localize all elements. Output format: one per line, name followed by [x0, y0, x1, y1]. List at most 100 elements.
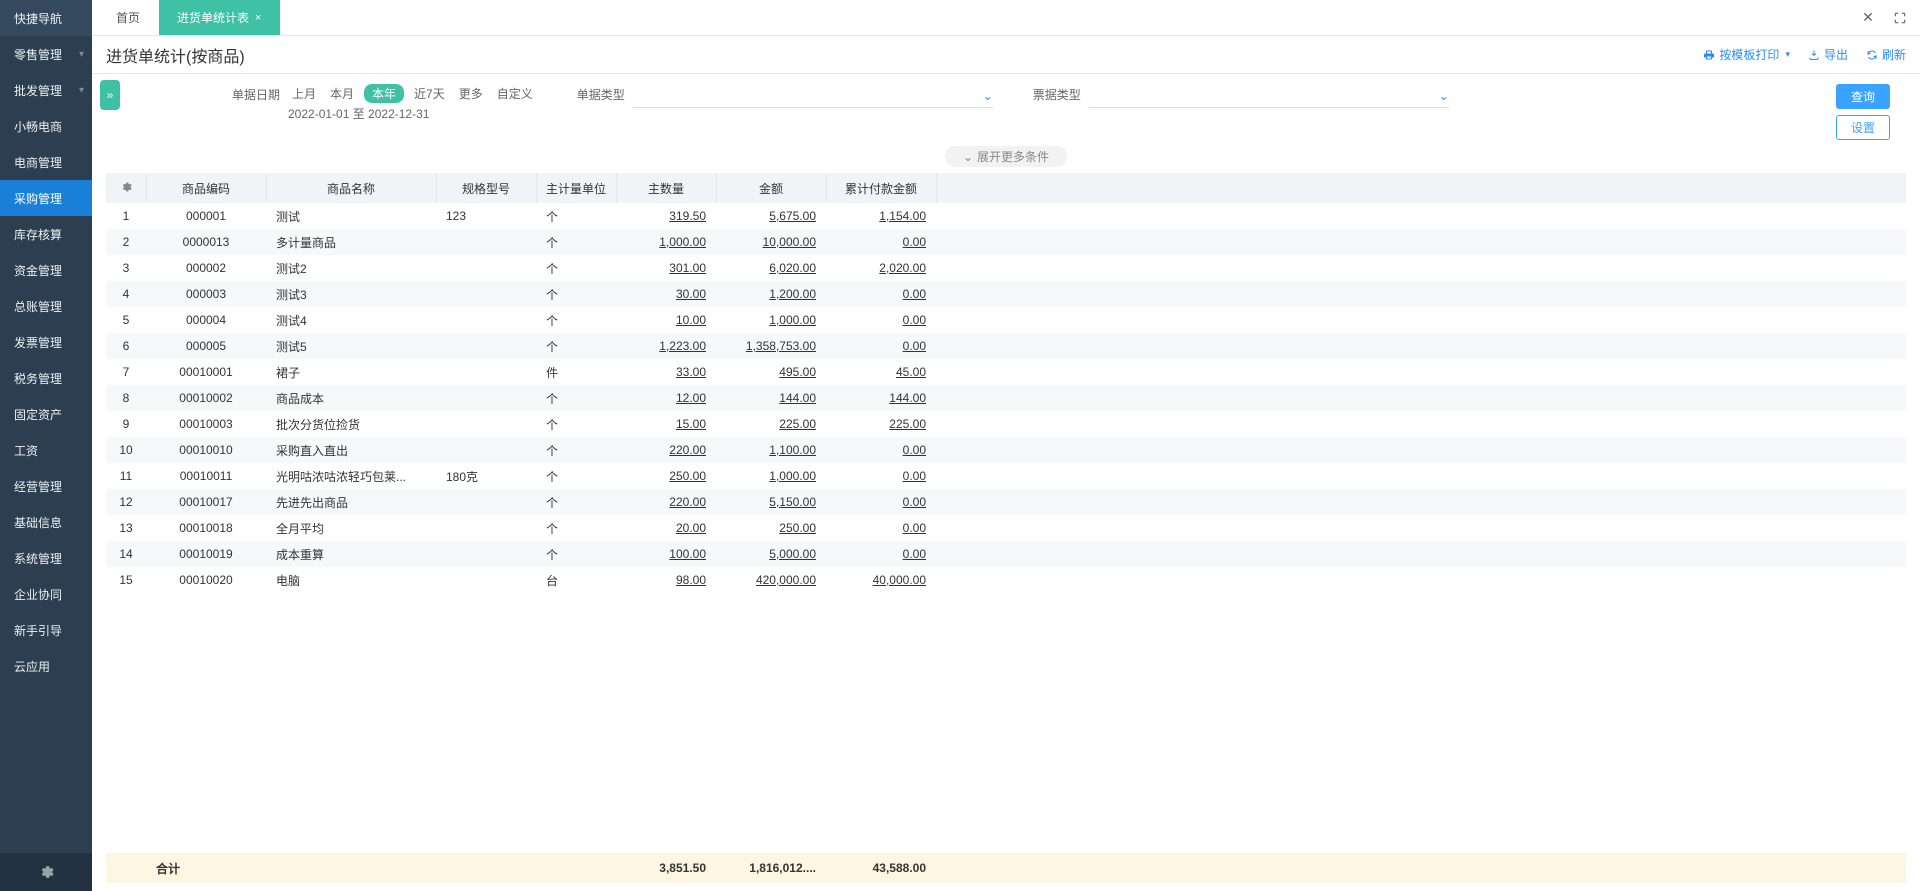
cell-amt[interactable]: 1,200.00: [716, 281, 826, 307]
cell-qty[interactable]: 20.00: [616, 515, 716, 541]
cell-name: 批次分货位捡货: [266, 411, 436, 437]
cell-amt[interactable]: 5,150.00: [716, 489, 826, 515]
cell-amt[interactable]: 1,000.00: [716, 307, 826, 333]
cell-qty[interactable]: 98.00: [616, 567, 716, 593]
cell-amt[interactable]: 250.00: [716, 515, 826, 541]
ticket-type-select[interactable]: ⌄: [1089, 84, 1449, 108]
cell-amt[interactable]: 225.00: [716, 411, 826, 437]
sidebar-item-11[interactable]: 固定资产: [0, 396, 92, 432]
th-name[interactable]: 商品名称: [266, 173, 436, 203]
sidebar-item-7[interactable]: 资金管理: [0, 252, 92, 288]
cell-qty[interactable]: 10.00: [616, 307, 716, 333]
tab-home[interactable]: 首页: [98, 0, 159, 35]
sidebar-item-13[interactable]: 经营管理: [0, 468, 92, 504]
cell-amt[interactable]: 144.00: [716, 385, 826, 411]
cell-paid[interactable]: 0.00: [826, 463, 936, 489]
table-settings-button[interactable]: [106, 173, 146, 203]
cell-amt[interactable]: 6,020.00: [716, 255, 826, 281]
cell-paid[interactable]: 45.00: [826, 359, 936, 385]
cell-amt[interactable]: 495.00: [716, 359, 826, 385]
cell-paid[interactable]: 0.00: [826, 229, 936, 255]
cell-qty[interactable]: 220.00: [616, 489, 716, 515]
tab-close-all-button[interactable]: ✕: [1856, 6, 1880, 30]
close-icon[interactable]: ×: [255, 12, 261, 24]
cell-amt[interactable]: 1,358,753.00: [716, 333, 826, 359]
th-unit[interactable]: 主计量单位: [536, 173, 616, 203]
cell-qty[interactable]: 100.00: [616, 541, 716, 567]
cell-paid[interactable]: 0.00: [826, 437, 936, 463]
cell-qty[interactable]: 12.00: [616, 385, 716, 411]
sidebar-item-8[interactable]: 总账管理: [0, 288, 92, 324]
cell-code: 00010019: [146, 541, 266, 567]
cell-paid[interactable]: 0.00: [826, 489, 936, 515]
query-button[interactable]: 查询: [1836, 84, 1890, 109]
sidebar-item-9[interactable]: 发票管理: [0, 324, 92, 360]
cell-qty[interactable]: 1,223.00: [616, 333, 716, 359]
cell-qty[interactable]: 301.00: [616, 255, 716, 281]
cell-paid[interactable]: 0.00: [826, 333, 936, 359]
fullscreen-button[interactable]: [1888, 6, 1912, 30]
sidebar-item-17[interactable]: 新手引导: [0, 612, 92, 648]
cell-paid[interactable]: 144.00: [826, 385, 936, 411]
cell-amt[interactable]: 1,100.00: [716, 437, 826, 463]
date-opt-2[interactable]: 本年: [364, 84, 404, 103]
sidebar-item-16[interactable]: 企业协同: [0, 576, 92, 612]
sidebar-item-4[interactable]: 电商管理: [0, 144, 92, 180]
tab-active[interactable]: 进货单统计表 ×: [159, 0, 280, 35]
sidebar-item-2[interactable]: 批发管理▾: [0, 72, 92, 108]
cell-paid[interactable]: 1,154.00: [826, 203, 936, 229]
cell-amt[interactable]: 5,000.00: [716, 541, 826, 567]
cell-paid[interactable]: 0.00: [826, 515, 936, 541]
sidebar-item-15[interactable]: 系统管理: [0, 540, 92, 576]
sidebar-item-14[interactable]: 基础信息: [0, 504, 92, 540]
th-code[interactable]: 商品编码: [146, 173, 266, 203]
cell-qty[interactable]: 319.50: [616, 203, 716, 229]
page-title: 进货单统计(按商品): [106, 43, 245, 67]
refresh-button[interactable]: 刷新: [1866, 46, 1906, 63]
th-qty[interactable]: 主数量: [616, 173, 716, 203]
expand-sidebar-tab[interactable]: »: [100, 80, 120, 110]
cell-paid[interactable]: 0.00: [826, 541, 936, 567]
sidebar-item-1[interactable]: 零售管理▾: [0, 36, 92, 72]
cell-qty[interactable]: 30.00: [616, 281, 716, 307]
date-opt-0[interactable]: 上月: [288, 84, 320, 103]
date-opt-5[interactable]: 自定义: [493, 84, 537, 103]
cell-qty[interactable]: 15.00: [616, 411, 716, 437]
date-opt-1[interactable]: 本月: [326, 84, 358, 103]
cell-paid[interactable]: 225.00: [826, 411, 936, 437]
cell-paid[interactable]: 40,000.00: [826, 567, 936, 593]
th-amt[interactable]: 金额: [716, 173, 826, 203]
export-button[interactable]: 导出: [1808, 46, 1848, 63]
cell-idx: 1: [106, 203, 146, 229]
sidebar-item-5[interactable]: 采购管理: [0, 180, 92, 216]
expand-more-filters[interactable]: ⌄ 展开更多条件: [945, 146, 1067, 167]
sidebar-item-18[interactable]: 云应用: [0, 648, 92, 684]
cell-qty[interactable]: 1,000.00: [616, 229, 716, 255]
sidebar-item-0[interactable]: 快捷导航: [0, 0, 92, 36]
cell-qty[interactable]: 220.00: [616, 437, 716, 463]
cell-qty[interactable]: 250.00: [616, 463, 716, 489]
cell-amt[interactable]: 1,000.00: [716, 463, 826, 489]
print-template-button[interactable]: 按模板打印 ▾: [1703, 46, 1790, 63]
doc-type-select[interactable]: ⌄: [633, 84, 993, 108]
th-paid[interactable]: 累计付款金额: [826, 173, 936, 203]
sidebar-item-6[interactable]: 库存核算: [0, 216, 92, 252]
sidebar-settings-button[interactable]: [0, 853, 92, 891]
cell-paid[interactable]: 0.00: [826, 307, 936, 333]
sidebar-item-12[interactable]: 工资: [0, 432, 92, 468]
sidebar-item-label: 库存核算: [14, 226, 62, 243]
cell-amt[interactable]: 5,675.00: [716, 203, 826, 229]
date-opt-4[interactable]: 更多: [455, 84, 487, 103]
th-spec[interactable]: 规格型号: [436, 173, 536, 203]
gear-icon: [38, 864, 54, 880]
sidebar-item-3[interactable]: 小畅电商: [0, 108, 92, 144]
date-opt-3[interactable]: 近7天: [410, 84, 449, 103]
cell-amt[interactable]: 10,000.00: [716, 229, 826, 255]
cell-amt[interactable]: 420,000.00: [716, 567, 826, 593]
cell-paid[interactable]: 2,020.00: [826, 255, 936, 281]
refresh-icon: [1866, 49, 1878, 61]
cell-qty[interactable]: 33.00: [616, 359, 716, 385]
sidebar-item-10[interactable]: 税务管理: [0, 360, 92, 396]
settings-button[interactable]: 设置: [1836, 115, 1890, 140]
cell-paid[interactable]: 0.00: [826, 281, 936, 307]
